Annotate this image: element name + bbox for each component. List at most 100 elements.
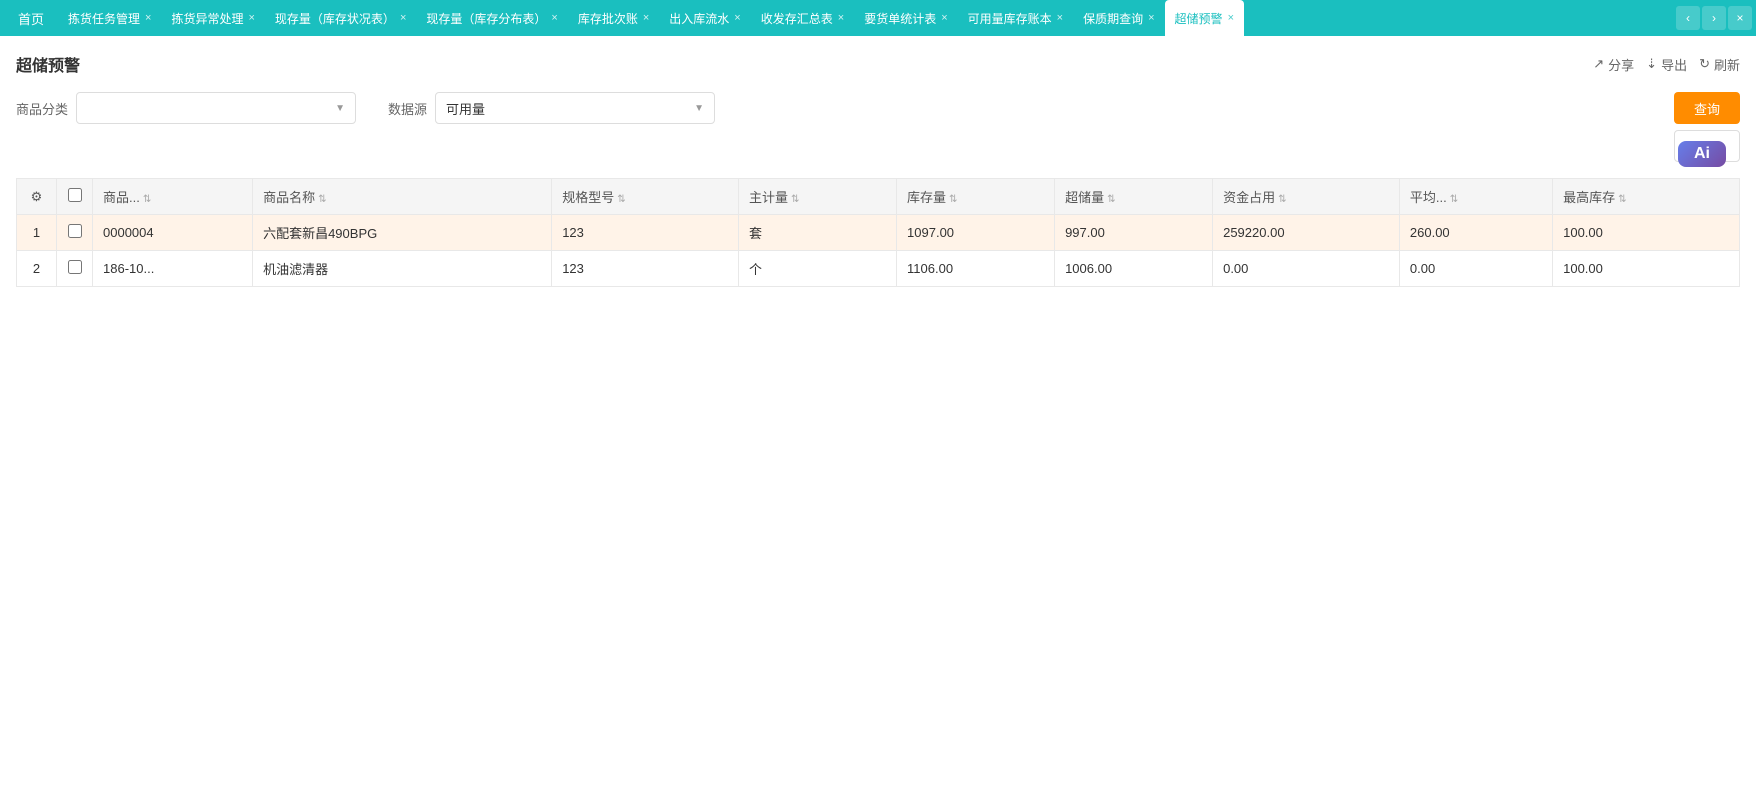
row-overstock: 1006.00 [1055, 251, 1213, 287]
tab-label: 超储预警 [1175, 10, 1223, 27]
tab-label: 要货单统计表 [864, 10, 936, 27]
table-row: 2 186-10... 机油滤清器 123 个 1106.00 1006.00 … [17, 251, 1740, 287]
col-avg-header[interactable]: 平均...⇅ [1399, 179, 1552, 215]
nav-tab-tab8[interactable]: 要货单统计表 × [854, 0, 957, 36]
row-max-stock: 100.00 [1553, 251, 1740, 287]
sort-icon-overstock: ⇅ [1107, 194, 1115, 205]
col-settings-header[interactable]: ⚙ [17, 179, 57, 215]
sort-icon-code: ⇅ [143, 194, 151, 205]
nav-tab-tab5[interactable]: 库存批次账 × [568, 0, 659, 36]
row-product-code: 0000004 [93, 215, 253, 251]
nav-prev-btn[interactable]: ‹ [1676, 6, 1700, 30]
sort-icon-stock: ⇅ [949, 194, 957, 205]
col-product-code-header[interactable]: 商品...⇅ [93, 179, 253, 215]
col-spec-header[interactable]: 规格型号⇅ [552, 179, 739, 215]
row-product-name: 机油滤清器 [253, 251, 552, 287]
category-select[interactable]: ▼ [76, 92, 356, 124]
datasource-filter: 数据源 可用量 ▼ [388, 92, 715, 124]
tab-close-icon[interactable]: × [643, 12, 649, 24]
nav-arrows: ‹ › × [1676, 6, 1752, 30]
refresh-icon: ↻ [1699, 56, 1710, 72]
share-button[interactable]: ↗ 分享 [1593, 55, 1634, 74]
row-max-stock: 100.00 [1553, 215, 1740, 251]
nav-tab-tab2[interactable]: 拣货异常处理 × [161, 0, 264, 36]
nav-tab-tab9[interactable]: 可用量库存账本 × [958, 0, 1073, 36]
row-product-name: 六配套新昌490BPG [253, 215, 552, 251]
tab-label: 收发存汇总表 [761, 10, 833, 27]
tab-label: 现存量（库存状况表） [275, 10, 395, 27]
nav-tab-tab11[interactable]: 超储预警 × [1165, 0, 1244, 36]
top-nav: 首页 拣货任务管理 ×拣货异常处理 ×现存量（库存状况表） ×现存量（库存分布表… [0, 0, 1756, 36]
row-checkbox[interactable] [68, 224, 82, 238]
sort-icon-unit: ⇅ [791, 194, 799, 205]
select-all-checkbox[interactable] [68, 188, 82, 202]
datasource-select[interactable]: 可用量 ▼ [435, 92, 715, 124]
tab-close-icon[interactable]: × [551, 12, 557, 24]
row-unit: 个 [739, 251, 897, 287]
row-avg: 0.00 [1399, 251, 1552, 287]
col-capital-header[interactable]: 资金占用⇅ [1213, 179, 1400, 215]
row-unit: 套 [739, 215, 897, 251]
nav-tab-tab7[interactable]: 收发存汇总表 × [751, 0, 854, 36]
table-header-row: ⚙ 商品...⇅ 商品名称⇅ 规格型号⇅ 主计量⇅ 库存量⇅ [17, 179, 1740, 215]
tab-close-icon[interactable]: × [838, 12, 844, 24]
nav-tab-tab3[interactable]: 现存量（库存状况表） × [265, 0, 416, 36]
datasource-label: 数据源 [388, 99, 427, 118]
row-capital: 259220.00 [1213, 215, 1400, 251]
datasource-arrow-icon: ▼ [694, 103, 704, 114]
tab-label: 拣货异常处理 [171, 10, 243, 27]
nav-tab-tab6[interactable]: 出入库流水 × [659, 0, 750, 36]
sort-icon-name: ⇅ [318, 194, 326, 205]
page-content: 超储预警 ↗ 分享 ⇣ 导出 ↻ 刷新 商品分类 [0, 36, 1756, 800]
col-maxstock-header[interactable]: 最高库存⇅ [1553, 179, 1740, 215]
row-checkbox[interactable] [68, 260, 82, 274]
nav-tabs: 拣货任务管理 ×拣货异常处理 ×现存量（库存状况表） ×现存量（库存分布表） ×… [58, 0, 1244, 36]
table-row: 1 0000004 六配套新昌490BPG 123 套 1097.00 997.… [17, 215, 1740, 251]
tab-label: 可用量库存账本 [968, 10, 1052, 27]
share-icon: ↗ [1593, 56, 1604, 72]
sort-icon-capital: ⇅ [1278, 194, 1286, 205]
col-checkbox-header[interactable] [57, 179, 93, 215]
tab-close-icon[interactable]: × [734, 12, 740, 24]
nav-next-btn[interactable]: › [1702, 6, 1726, 30]
row-checkbox-cell[interactable] [57, 215, 93, 251]
refresh-button[interactable]: ↻ 刷新 [1699, 55, 1740, 74]
sort-icon-spec: ⇅ [617, 194, 625, 205]
tab-close-icon[interactable]: × [248, 12, 254, 24]
nav-tab-tab1[interactable]: 拣货任务管理 × [58, 0, 161, 36]
page-title: 超储预警 [16, 52, 80, 76]
col-stock-header[interactable]: 库存量⇅ [897, 179, 1055, 215]
row-product-code: 186-10... [93, 251, 253, 287]
page-header: 超储预警 ↗ 分享 ⇣ 导出 ↻ 刷新 [16, 52, 1740, 76]
nav-home[interactable]: 首页 [4, 0, 58, 36]
row-settings-cell: 1 [17, 215, 57, 251]
tab-close-icon[interactable]: × [1228, 12, 1234, 24]
tab-close-icon[interactable]: × [400, 12, 406, 24]
gear-icon: ⚙ [31, 189, 43, 204]
tab-close-icon[interactable]: × [1148, 12, 1154, 24]
query-button[interactable]: 查询 [1674, 92, 1740, 124]
nav-tab-tab10[interactable]: 保质期查询 × [1073, 0, 1164, 36]
data-table: ⚙ 商品...⇅ 商品名称⇅ 规格型号⇅ 主计量⇅ 库存量⇅ [16, 178, 1740, 287]
sort-icon-maxstock: ⇅ [1618, 194, 1626, 205]
col-unit-header[interactable]: 主计量⇅ [739, 179, 897, 215]
export-icon: ⇣ [1646, 56, 1657, 72]
row-stock: 1097.00 [897, 215, 1055, 251]
export-button[interactable]: ⇣ 导出 [1646, 55, 1687, 74]
tab-close-icon[interactable]: × [1057, 12, 1063, 24]
col-product-name-header[interactable]: 商品名称⇅ [253, 179, 552, 215]
ai-badge[interactable]: Ai [1678, 141, 1726, 167]
tab-close-icon[interactable]: × [941, 12, 947, 24]
row-spec: 123 [552, 215, 739, 251]
nav-tab-tab4[interactable]: 现存量（库存分布表） × [416, 0, 567, 36]
tab-label: 保质期查询 [1083, 10, 1143, 27]
row-checkbox-cell[interactable] [57, 251, 93, 287]
category-filter: 商品分类 ▼ [16, 92, 356, 124]
tab-close-icon[interactable]: × [145, 12, 151, 24]
row-overstock: 997.00 [1055, 215, 1213, 251]
row-spec: 123 [552, 251, 739, 287]
category-arrow-icon: ▼ [335, 103, 345, 114]
row-capital: 0.00 [1213, 251, 1400, 287]
col-overstock-header[interactable]: 超储量⇅ [1055, 179, 1213, 215]
nav-close-btn[interactable]: × [1728, 6, 1752, 30]
